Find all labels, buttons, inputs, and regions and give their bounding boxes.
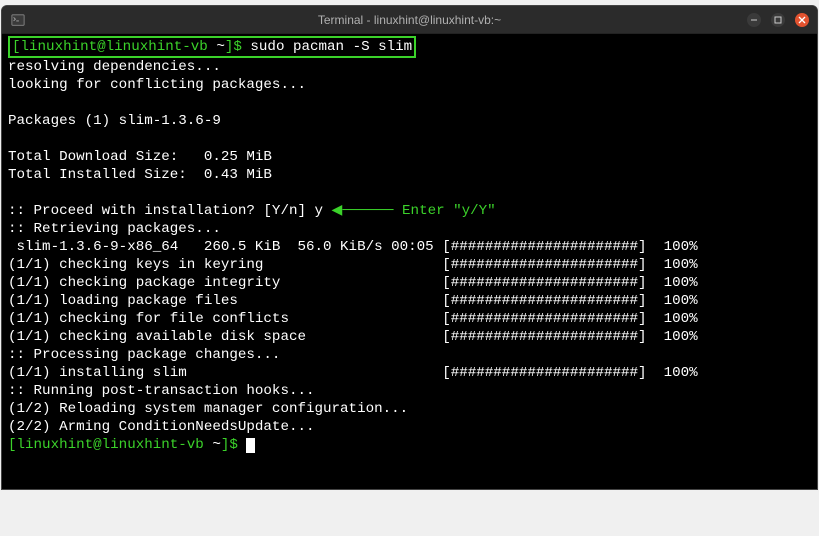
- maximize-button[interactable]: [771, 13, 785, 27]
- output-line: (1/1) checking for file conflicts [#####…: [8, 311, 698, 327]
- prompt-path: ~: [204, 437, 221, 453]
- output-line: (1/1) checking keys in keyring [########…: [8, 257, 698, 273]
- window-controls: [747, 13, 809, 27]
- window-title: Terminal - linuxhint@linuxhint-vb:~: [318, 13, 501, 27]
- output-line: Total Download Size: 0.25 MiB: [8, 149, 272, 165]
- prompt-user: [linuxhint@linuxhint-vb: [12, 39, 208, 55]
- user-input-y: y: [315, 203, 324, 219]
- minimize-button[interactable]: [747, 13, 761, 27]
- output-line: Packages (1) slim-1.3.6-9: [8, 113, 221, 129]
- command-text: sudo pacman -S slim: [250, 39, 412, 55]
- output-line: Total Installed Size: 0.43 MiB: [8, 167, 272, 183]
- cursor-block: [246, 438, 255, 453]
- output-line: (2/2) Arming ConditionNeedsUpdate...: [8, 419, 315, 435]
- output-line: :: Retrieving packages...: [8, 221, 221, 237]
- output-line: (1/1) loading package files [###########…: [8, 293, 698, 309]
- prompt-end: ]$: [221, 437, 247, 453]
- output-line: :: Proceed with installation? [Y/n]: [8, 203, 315, 219]
- command-highlight-box: [linuxhint@linuxhint-vb ~]$ sudo pacman …: [8, 36, 416, 58]
- output-line: resolving dependencies...: [8, 59, 221, 75]
- terminal-icon: [10, 12, 26, 28]
- annotation-arrow: ◀────── Enter "y/Y": [323, 203, 496, 219]
- output-line: looking for conflicting packages...: [8, 77, 306, 93]
- output-line: (1/1) checking package integrity [######…: [8, 275, 698, 291]
- terminal-content[interactable]: [linuxhint@linuxhint-vb ~]$ sudo pacman …: [2, 34, 817, 489]
- prompt-user: [linuxhint@linuxhint-vb: [8, 437, 204, 453]
- output-line: :: Running post-transaction hooks...: [8, 383, 315, 399]
- terminal-window: Terminal - linuxhint@linuxhint-vb:~ [lin…: [1, 5, 818, 490]
- output-line: (1/2) Reloading system manager configura…: [8, 401, 408, 417]
- output-line: (1/1) installing slim [#################…: [8, 365, 698, 381]
- output-line: slim-1.3.6-9-x86_64 260.5 KiB 56.0 KiB/s…: [8, 239, 698, 255]
- titlebar: Terminal - linuxhint@linuxhint-vb:~: [2, 6, 817, 34]
- output-line: (1/1) checking available disk space [###…: [8, 329, 698, 345]
- prompt-end: ]$: [225, 39, 251, 55]
- output-line: :: Processing package changes...: [8, 347, 280, 363]
- close-button[interactable]: [795, 13, 809, 27]
- prompt-path: ~: [208, 39, 225, 55]
